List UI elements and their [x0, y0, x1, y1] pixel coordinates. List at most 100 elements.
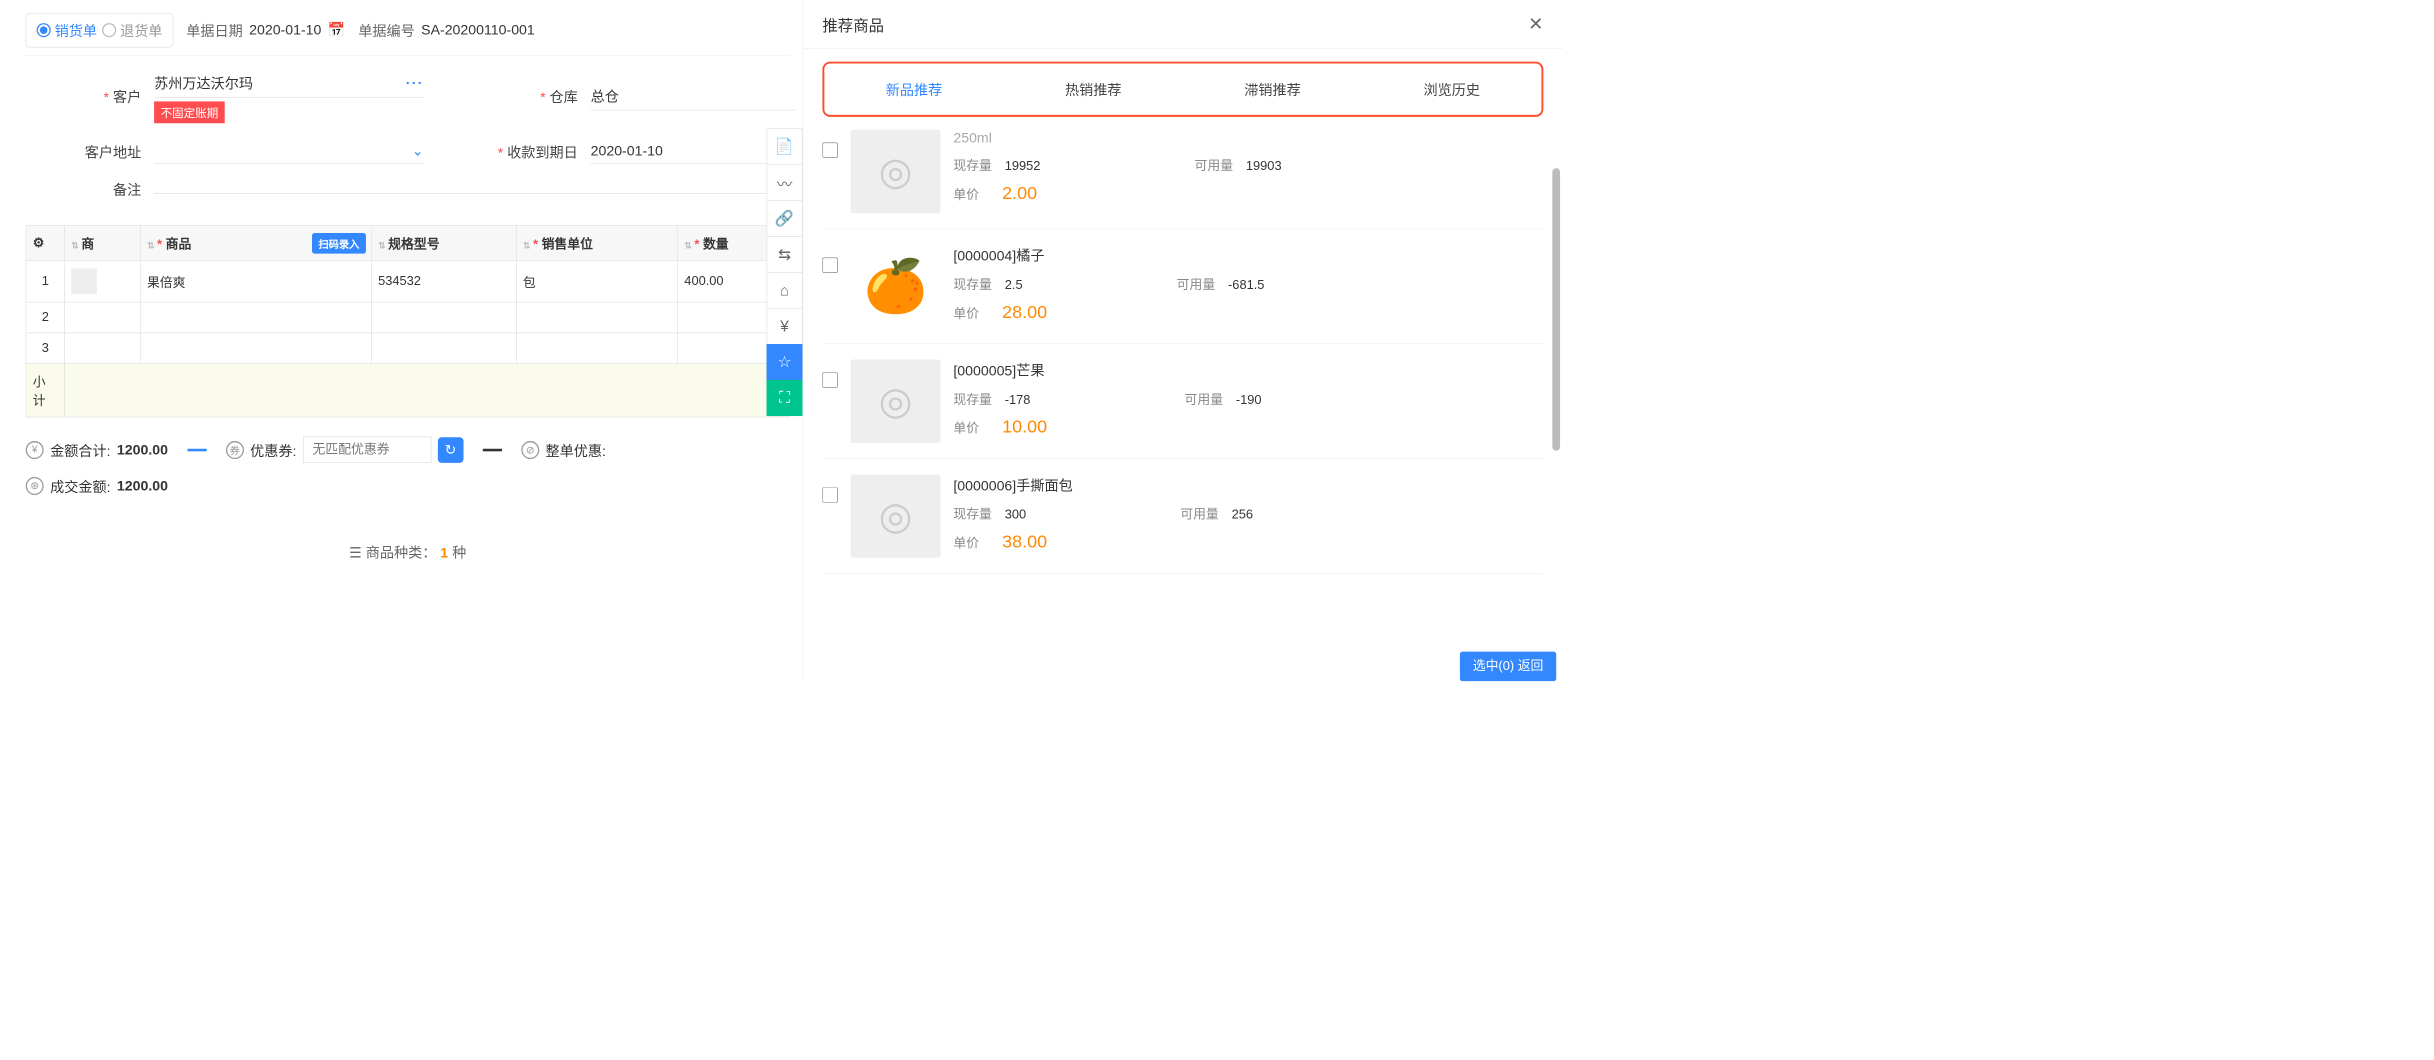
col-unit[interactable]: ⇅* 销售单位 [516, 226, 677, 261]
chevron-down-icon: ⌄ [412, 143, 424, 160]
stock-value: 19952 [1005, 159, 1041, 173]
selected-return-button[interactable]: 选中(0) 返回 [1460, 652, 1556, 682]
product-image: ◎ [851, 360, 941, 443]
stock-value: -178 [1005, 393, 1031, 407]
dash-icon [187, 448, 206, 451]
warehouse-value: 总仓 [591, 85, 619, 106]
coupon-icon: 券 [226, 441, 244, 459]
remark-input[interactable] [154, 185, 796, 193]
category-summary: ☰ 商品种类： 1 种 [26, 541, 790, 562]
row-index: 1 [26, 260, 65, 302]
product-name: [0000005]芒果 [953, 360, 1543, 381]
tab-slow[interactable]: 滞销推荐 [1183, 64, 1362, 115]
product-list[interactable]: ◎ 250ml 现存量19952 可用量19903 单价2.00 🍊 [0000… [803, 130, 1562, 681]
cell-unit[interactable]: 包 [516, 260, 677, 302]
gear-column[interactable]: ⚙ [26, 226, 65, 261]
table-row[interactable]: 1 果倍爽 534532 包 400.00 [26, 260, 789, 302]
tab-sales-order[interactable]: 销货单 [37, 20, 97, 41]
scrollbar-thumb[interactable] [1552, 168, 1560, 450]
product-item: ◎ [0000005]芒果 现存量-178 可用量-190 单价10.00 [822, 344, 1543, 459]
link-icon[interactable]: 🔗 [767, 200, 803, 236]
customer-value: 苏州万达沃尔玛 [154, 73, 253, 94]
product-checkbox[interactable] [822, 257, 837, 272]
product-checkbox[interactable] [822, 372, 837, 387]
avail-value: -681.5 [1228, 278, 1264, 292]
date-value[interactable]: 2020-01-10 [249, 22, 321, 39]
customer-label: 客户 [26, 86, 154, 107]
line-items-table: ⚙ ⇅商 ⇅* 商品扫码录入 ⇅规格型号 ⇅* 销售单位 ⇅* 数量 1 果倍爽… [26, 225, 790, 417]
category-count: 1 [440, 544, 448, 560]
product-image: 🍊 [851, 245, 941, 328]
radio-checked-icon [37, 23, 51, 37]
avail-value: -190 [1236, 393, 1262, 407]
product-image: ◎ [851, 130, 941, 213]
scan-input-button[interactable]: 扫码录入 [312, 233, 366, 254]
product-item: 🍊 [0000004]橘子 现存量2.5 可用量-681.5 单价28.00 [822, 229, 1543, 344]
product-checkbox[interactable] [822, 487, 837, 502]
product-image: ◎ [851, 474, 941, 557]
close-icon[interactable]: ✕ [1528, 13, 1543, 34]
whole-discount-label: 整单优惠: [546, 439, 606, 460]
list-icon: ☰ [349, 544, 366, 560]
tab-return-order[interactable]: 退货单 [102, 20, 162, 41]
tab-new[interactable]: 新品推荐 [824, 64, 1003, 115]
order-type-tabs: 销货单 退货单 单据日期 2020-01-10 📅 单据编号 SA-202001… [26, 13, 790, 56]
due-value: 2020-01-10 [591, 143, 663, 160]
coupon-input[interactable] [303, 437, 431, 463]
dash-icon [483, 448, 502, 451]
sort-icon: ⇅ [71, 240, 79, 250]
customer-select[interactable]: 苏州万达沃尔玛 ··· [154, 69, 424, 98]
warehouse-label: 仓库 [424, 86, 591, 107]
address-label: 客户地址 [26, 141, 154, 162]
deal-value: 1200.00 [117, 478, 168, 495]
col-product[interactable]: ⇅* 商品扫码录入 [140, 226, 371, 261]
star-icon[interactable]: ☆ [767, 344, 803, 380]
note-icon[interactable]: 📄 [767, 128, 803, 164]
expand-icon[interactable]: ⛶ [767, 380, 803, 416]
avail-value: 19903 [1246, 159, 1282, 173]
tab-sales-label: 销货单 [55, 20, 97, 41]
subtotal-label: 小计 [26, 364, 65, 417]
coupon-label: 优惠券: [250, 439, 296, 460]
col-spec[interactable]: ⇅规格型号 [371, 226, 516, 261]
stock-value: 2.5 [1005, 278, 1023, 292]
ellipsis-icon[interactable]: ··· [406, 74, 424, 91]
side-toolbar: 📄 〰 🔗 ⇆ ⌂ ¥ ☆ ⛶ [767, 128, 803, 416]
warehouse-select[interactable]: 总仓 [591, 82, 796, 111]
avail-value: 256 [1232, 508, 1253, 522]
product-checkbox[interactable] [822, 143, 837, 158]
address-select[interactable]: ⌄ [154, 139, 424, 164]
calendar-icon[interactable]: 📅 [328, 22, 346, 39]
amount-value: 1200.00 [117, 441, 168, 458]
tab-return-label: 退货单 [120, 20, 162, 41]
currency-icon[interactable]: ¥ [767, 308, 803, 344]
cell-product-name[interactable]: 果倍爽 [140, 260, 371, 302]
tab-history[interactable]: 浏览历史 [1362, 64, 1541, 115]
deal-icon: ⊛ [26, 477, 44, 495]
docno-value: SA-20200110-001 [421, 22, 535, 39]
sort-icon: ⇅ [684, 240, 692, 250]
product-item: ◎ [0000006]手撕面包 现存量300 可用量256 单价38.00 [822, 459, 1543, 574]
tab-hot[interactable]: 热销推荐 [1004, 64, 1183, 115]
due-input[interactable]: 2020-01-10 [591, 139, 796, 164]
table-row[interactable]: 2 [26, 302, 789, 333]
price-value: 28.00 [1002, 302, 1047, 322]
filter-icon[interactable]: ⌂ [767, 272, 803, 308]
refresh-button[interactable]: ↻ [438, 437, 464, 463]
price-value: 38.00 [1002, 532, 1047, 552]
price-value: 10.00 [1002, 417, 1047, 437]
gear-icon: ⚙ [33, 236, 45, 250]
table-row[interactable]: 3 [26, 333, 789, 364]
product-name: [0000004]橘子 [953, 245, 1543, 266]
date-label: 单据日期 [186, 20, 243, 41]
amount-label: 金额合计: [50, 439, 110, 460]
recommend-tabs: 新品推荐 热销推荐 滞销推荐 浏览历史 [822, 62, 1543, 117]
convert-icon[interactable]: ⇆ [767, 236, 803, 272]
product-item: ◎ 250ml 现存量19952 可用量19903 单价2.00 [822, 130, 1543, 230]
cell-spec[interactable]: 534532 [371, 260, 516, 302]
subtotal-row: 小计 [26, 364, 789, 417]
radio-unchecked-icon [102, 23, 116, 37]
col-merchant[interactable]: ⇅商 [65, 226, 141, 261]
remark-label: 备注 [26, 179, 154, 200]
chart-icon[interactable]: 〰 [767, 164, 803, 200]
